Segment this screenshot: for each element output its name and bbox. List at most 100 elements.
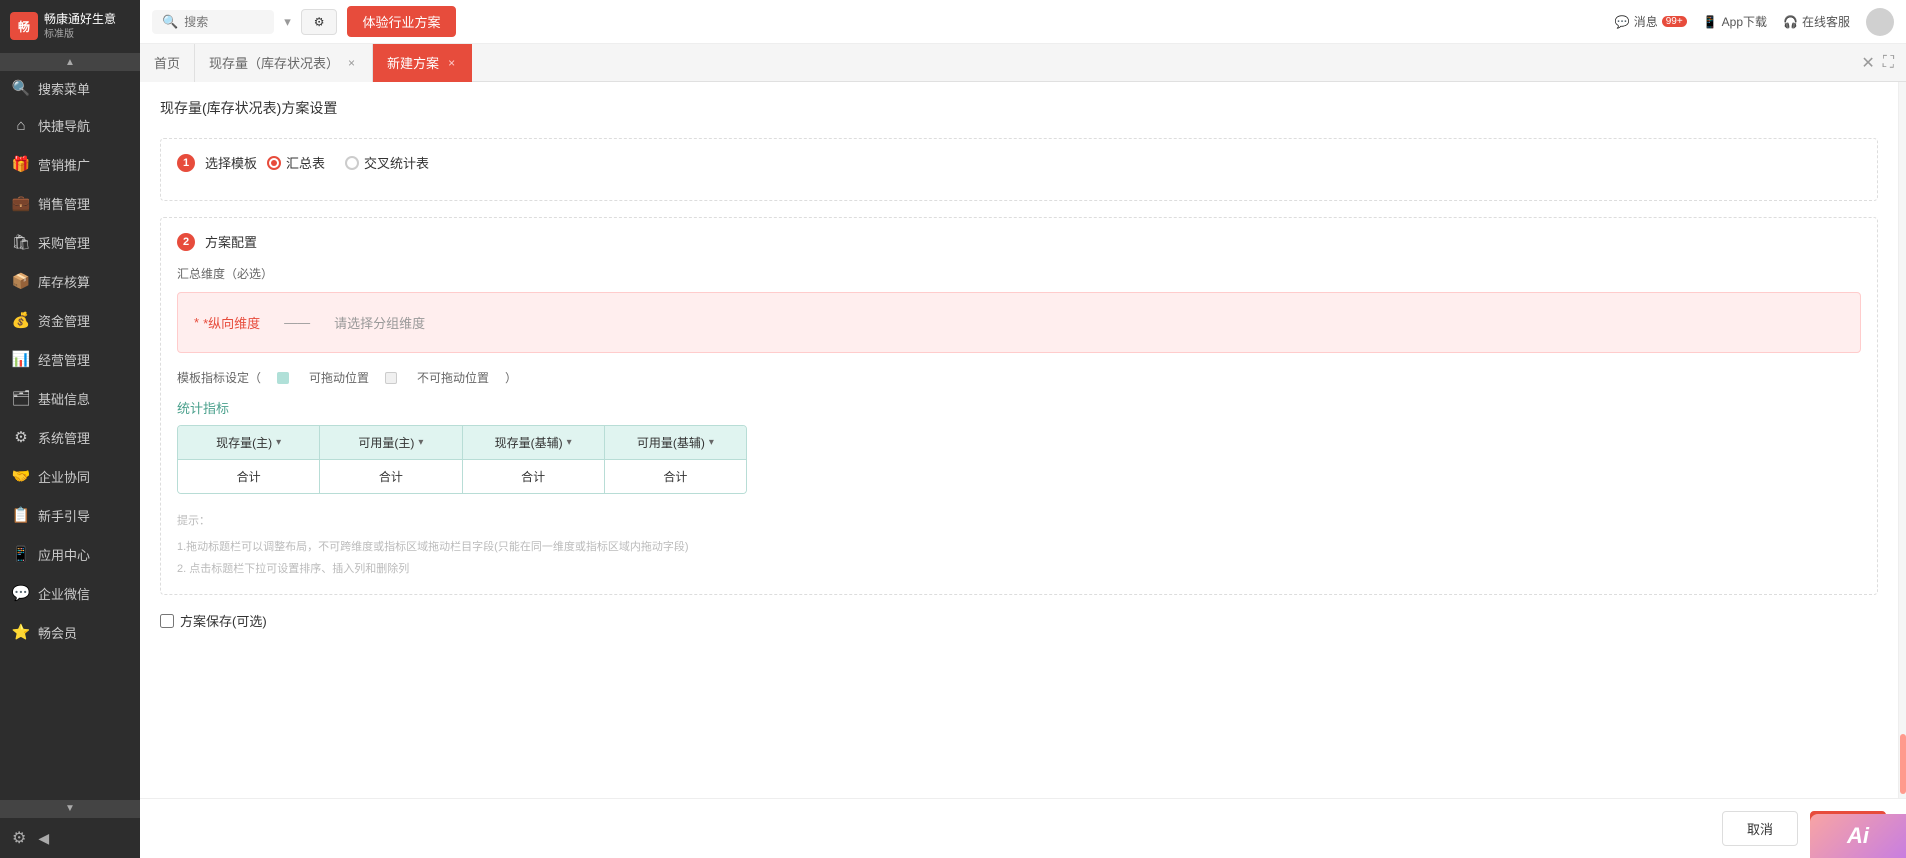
dimension-area[interactable]: * *纵向维度 —— 请选择分组维度 [177, 292, 1861, 353]
sidebar-item-sales[interactable]: 💼 销售管理 [0, 184, 140, 223]
stats-label: 统计指标 [177, 398, 1861, 417]
gear-icon: ⚙ [12, 428, 30, 446]
right-scrollbar[interactable] [1898, 82, 1906, 798]
stats-col-header-1: 可用量(主) ▾ [320, 426, 462, 459]
clipboard-icon: 📋 [12, 506, 30, 524]
sidebar-item-appstore[interactable]: 📱 应用中心 [0, 535, 140, 574]
headset-icon: 🎧 [1783, 15, 1798, 29]
search-input[interactable] [184, 15, 264, 29]
chevron-down-icon-1[interactable]: ▾ [418, 437, 423, 448]
section-plan-config: 2 方案配置 汇总维度（必选） * *纵向维度 —— 请选择分组维度 [160, 217, 1878, 595]
sidebar-scroll-down[interactable]: ▼ [0, 800, 140, 817]
chevron-down-icon-3[interactable]: ▾ [709, 437, 714, 448]
close-window-btn[interactable]: ✕ [1861, 53, 1874, 73]
topbar-search-box[interactable]: 🔍 [152, 10, 274, 34]
stats-body-col-1: 合计 [320, 460, 462, 493]
radio-cross[interactable]: 交叉统计表 [345, 153, 429, 172]
sidebar-item-inventory[interactable]: 📦 库存核算 [0, 262, 140, 301]
sidebar-scroll-up[interactable]: ▲ [0, 54, 140, 71]
fixed-badge [385, 372, 397, 384]
tab-new-plan[interactable]: 新建方案 × [373, 44, 472, 82]
sidebar-item-marketing[interactable]: 🎁 营销推广 [0, 145, 140, 184]
gear-icon: ⚙ [314, 15, 325, 29]
stats-body-col-0: 合计 [178, 460, 320, 493]
sidebar-item-enterprise[interactable]: 🤝 企业协同 [0, 457, 140, 496]
sidebar-item-operation[interactable]: 📊 经营管理 [0, 340, 140, 379]
tips-title: 提示： [177, 510, 1861, 532]
handshake-icon: 🤝 [12, 467, 30, 485]
phone-icon: 📱 [12, 545, 30, 563]
sidebar-scroll-area: 🔍 搜索菜单 ⌂ 快捷导航 🎁 营销推广 💼 销售管理 🛍 采购管理 📦 库存核… [0, 71, 140, 800]
avatar[interactable] [1866, 8, 1894, 36]
dimension-dash: —— [284, 315, 310, 330]
message-icon: 💬 [1615, 15, 1630, 29]
gift-icon: 🎁 [12, 155, 30, 173]
stats-body-col-3: 合计 [605, 460, 746, 493]
app-download-item[interactable]: 📱 App下载 [1703, 13, 1767, 30]
stats-col-header-2: 现存量(基辅) ▾ [463, 426, 605, 459]
sidebar-item-newbie[interactable]: 📋 新手引导 [0, 496, 140, 535]
chart-icon: 📊 [12, 350, 30, 368]
chevron-down-icon-0[interactable]: ▾ [276, 437, 281, 448]
phone-icon: 📱 [1703, 15, 1718, 29]
dimension-label: 汇总维度（必选） [177, 265, 1861, 282]
money-icon: 💰 [12, 311, 30, 329]
tabbar: 首页 现存量（库存状况表） × 新建方案 × ✕ ⛶ [140, 44, 1906, 82]
logo-text: 畅康通好生意 标准版 [44, 12, 116, 41]
tips-section: 提示： 1.拖动标题栏可以调整布局，不可跨维度或指标区域拖动栏目字段(只能在同一… [177, 510, 1861, 580]
shopping-icon: 🛍 [12, 233, 30, 251]
briefcase-icon: 💼 [12, 194, 30, 212]
stats-table-body: 合计 合计 合计 合计 [178, 460, 746, 493]
online-service-item[interactable]: 🎧 在线客服 [1783, 13, 1850, 30]
sidebar-item-search[interactable]: 🔍 搜索菜单 [0, 71, 140, 106]
radio-cross-input[interactable] [345, 156, 359, 170]
sidebar-item-shortcut[interactable]: ⌂ 快捷导航 [0, 106, 140, 145]
sidebar-item-system[interactable]: ⚙ 系统管理 [0, 418, 140, 457]
tab-inventory[interactable]: 现存量（库存状况表） × [195, 44, 373, 82]
sidebar-item-purchase[interactable]: 🛍 采购管理 [0, 223, 140, 262]
template-radio-group: 汇总表 交叉统计表 [267, 153, 429, 172]
settings-btn[interactable]: ⚙ [301, 9, 338, 35]
section2-num: 2 [177, 233, 195, 251]
industry-btn[interactable]: 体验行业方案 [347, 6, 455, 37]
section-template: 1 选择模板 汇总表 交叉统计表 [160, 138, 1878, 201]
close-paren: ） [505, 369, 517, 386]
section1-num: 1 [177, 154, 195, 172]
content-area: 现存量(库存状况表)方案设置 1 选择模板 汇总表 [140, 82, 1898, 798]
ai-button[interactable]: Ai [1810, 814, 1906, 858]
sidebar-logo: 畅 畅康通好生意 标准版 [0, 0, 140, 54]
chat-icon: 💬 [12, 584, 30, 602]
page-title: 现存量(库存状况表)方案设置 [160, 98, 1878, 118]
section2-header: 2 方案配置 [177, 232, 1861, 251]
save-checkbox[interactable] [160, 614, 174, 628]
minimize-icon[interactable]: ◀ [38, 830, 49, 847]
draggable-badge [277, 372, 289, 384]
tab-inventory-close[interactable]: × [345, 55, 358, 71]
chevron-down-icon-2[interactable]: ▾ [567, 437, 572, 448]
sidebar-item-basic[interactable]: 🗂 基础信息 [0, 379, 140, 418]
tab-new-plan-close[interactable]: × [445, 55, 458, 71]
sidebar-item-wechat[interactable]: 💬 企业微信 [0, 574, 140, 613]
main-area: 🔍 ▾ ⚙ 体验行业方案 💬 消息 99+ 📱 App下载 🎧 在线客服 [140, 0, 1906, 858]
indicator-settings: 模板指标设定（ 可拖动位置 不可拖动位置 ） [177, 369, 1861, 386]
dropdown-icon[interactable]: ▾ [284, 14, 291, 30]
home-icon: ⌂ [12, 116, 30, 134]
sidebar-footer: ⚙ ◀ [0, 817, 140, 858]
radio-summary-input[interactable] [267, 156, 281, 170]
section1-title: 选择模板 [205, 153, 257, 172]
settings-icon[interactable]: ⚙ [12, 828, 26, 848]
messages-item[interactable]: 💬 消息 99+ [1615, 13, 1687, 30]
radio-summary[interactable]: 汇总表 [267, 153, 325, 172]
folder-icon: 🗂 [12, 389, 30, 407]
draggable-label: 可拖动位置 [309, 369, 369, 386]
cancel-button[interactable]: 取消 [1722, 811, 1798, 846]
save-option: 方案保存(可选) [160, 611, 1878, 630]
sidebar-item-member[interactable]: ⭐ 畅会员 [0, 613, 140, 652]
sidebar-item-finance[interactable]: 💰 资金管理 [0, 301, 140, 340]
search-icon: 🔍 [162, 14, 178, 30]
expand-window-btn[interactable]: ⛶ [1883, 54, 1894, 72]
stats-table-header: 现存量(主) ▾ 可用量(主) ▾ [178, 426, 746, 460]
section1-header: 1 选择模板 汇总表 交叉统计表 [177, 153, 1861, 172]
stats-table: 现存量(主) ▾ 可用量(主) ▾ [177, 425, 747, 494]
tab-home[interactable]: 首页 [140, 44, 195, 82]
